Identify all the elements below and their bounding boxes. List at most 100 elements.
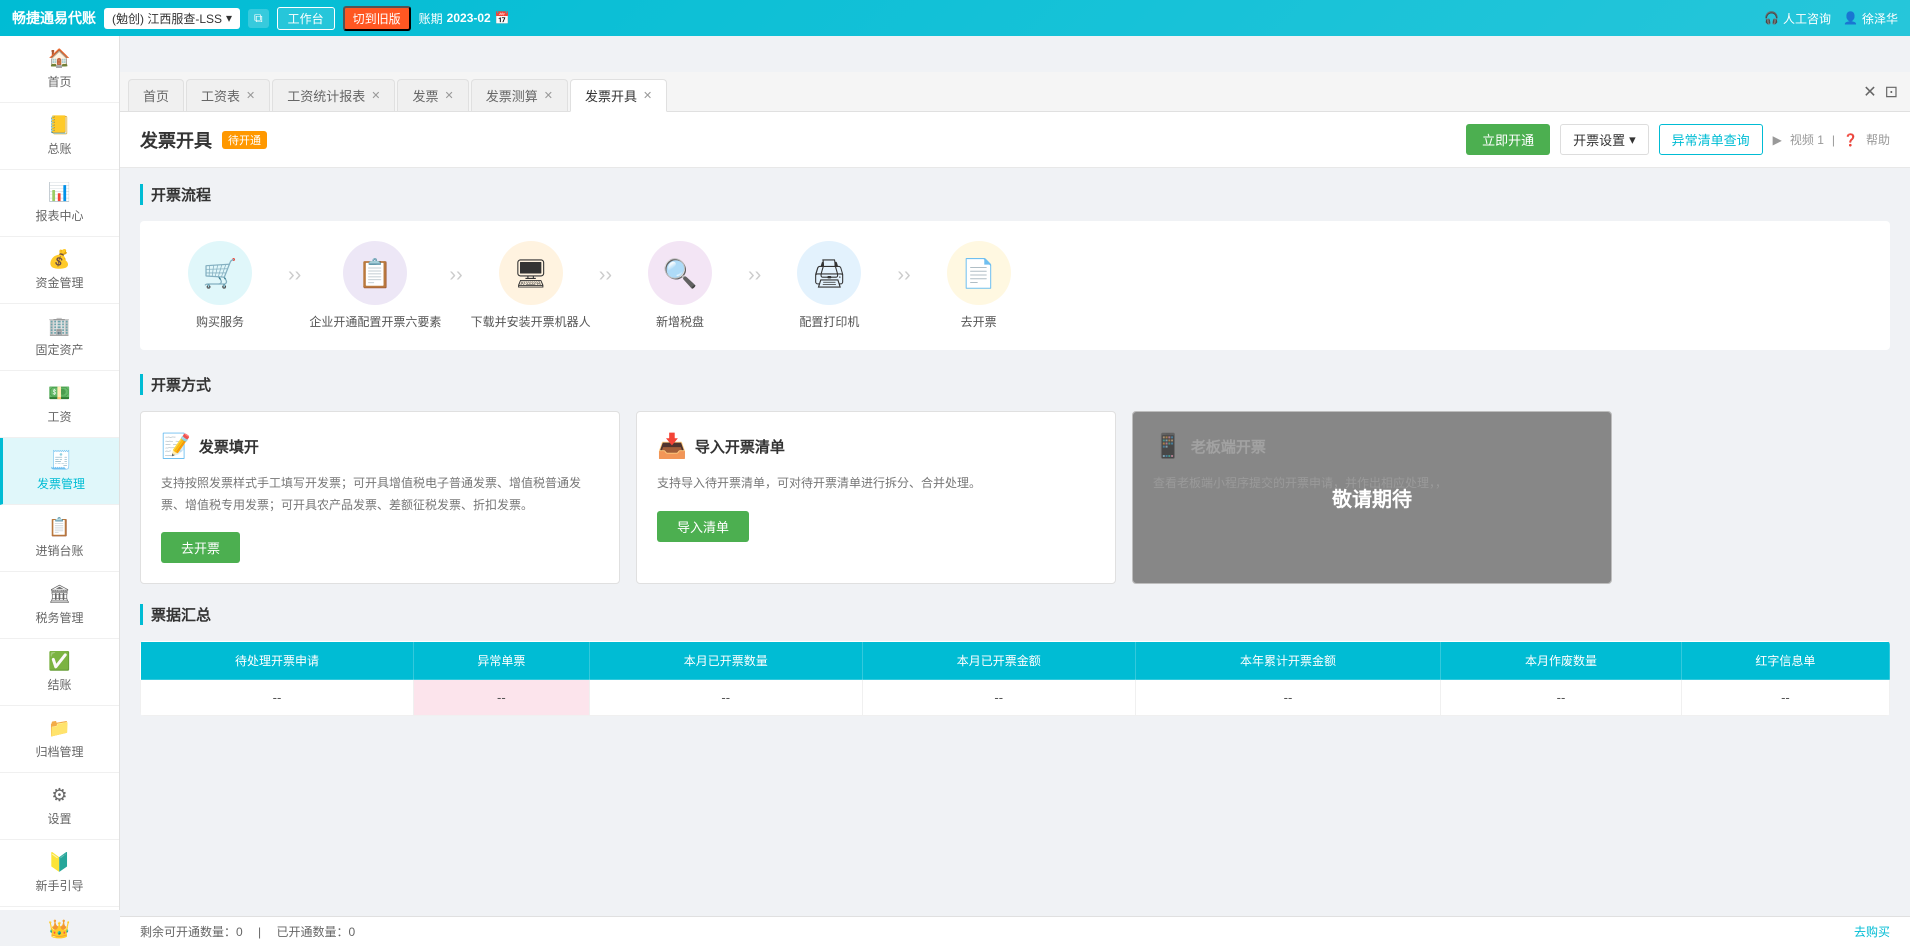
- sidebar-item-label: 工资: [47, 408, 71, 425]
- sidebar-item-label: 资金管理: [35, 274, 83, 291]
- download-icon: 🖥: [499, 241, 563, 305]
- process-section: 开票流程 🛒 购买服务 ›› 📋 企业开通配置开票六要素 ›› 🖥 下载并安装开…: [140, 184, 1890, 350]
- home-icon: 🏠: [48, 48, 70, 69]
- method-card-import: 📥 导入开票清单 支持导入待开票清单，可对待开票清单进行拆分、合并处理。 导入清…: [636, 411, 1116, 584]
- settle-icon: ✅: [48, 651, 70, 672]
- tab-home[interactable]: 首页: [128, 79, 184, 111]
- tab-invoice-issue[interactable]: 发票开具 ✕: [570, 79, 667, 112]
- sidebar-item-assets[interactable]: 🏢 固定资产: [0, 304, 119, 371]
- headset-icon: 🎧: [1764, 11, 1779, 25]
- abnormal-query-button[interactable]: 异常清单查询: [1659, 124, 1763, 155]
- company-selector[interactable]: (勉创) 江西服查-LSS ▾: [104, 8, 240, 29]
- top-bar: 畅捷通易代账 (勉创) 江西服查-LSS ▾ ⧉ 工作台 切到旧版 账期 202…: [0, 0, 1910, 36]
- summary-col-pending: 待处理开票申请: [141, 642, 414, 680]
- buy-icon: 🛒: [188, 241, 252, 305]
- sidebar-item-label: 固定资产: [35, 341, 83, 358]
- summary-col-abnormal: 异常单票: [414, 642, 590, 680]
- remaining-label: 剩余可开通数量：0: [140, 925, 243, 939]
- tab-close-invoice[interactable]: ✕: [445, 89, 454, 102]
- tab-close-all-button[interactable]: ✕: [1863, 82, 1876, 102]
- go-to-issue-button[interactable]: 去开票: [161, 532, 240, 563]
- method-card-manual-title: 📝 发票填开: [161, 432, 599, 461]
- summary-cell-year-amount: --: [1135, 680, 1440, 716]
- tab-close-invoice-issue[interactable]: ✕: [643, 89, 652, 102]
- process-section-title: 开票流程: [140, 184, 1890, 205]
- method-card-manual-desc: 支持按照发票样式手工填写开发票；可开具增值税电子普通发票、增值税普通发票、增值税…: [161, 473, 599, 516]
- sidebar-item-label: 新手引导: [35, 877, 83, 894]
- sidebar-item-guide[interactable]: 🔰 新手引导: [0, 840, 119, 907]
- sidebar-item-payroll[interactable]: 💵 工资: [0, 371, 119, 438]
- page-title: 发票开具: [140, 127, 212, 153]
- tab-close-payroll-report[interactable]: ✕: [371, 89, 380, 102]
- sidebar-item-label: 报表中心: [35, 207, 83, 224]
- method-card-manual: 📝 发票填开 支持按照发票样式手工填写开发票；可开具增值税电子普通发票、增值税普…: [140, 411, 620, 584]
- sidebar-item-invoices[interactable]: 🧾 发票管理: [0, 438, 119, 505]
- purchase-icon: 📋: [48, 517, 70, 538]
- summary-cell-month-amount: --: [862, 680, 1135, 716]
- page-status-badge: 待开通: [222, 131, 267, 149]
- bottom-bar: 剩余可开通数量：0 | 已开通数量：0 去购买: [120, 916, 1910, 946]
- bottom-bar-info: 剩余可开通数量：0 | 已开通数量：0: [140, 923, 355, 940]
- payroll-icon: 💵: [48, 383, 70, 404]
- summary-col-month-count: 本月已开票数量: [589, 642, 862, 680]
- tab-close-payroll[interactable]: ✕: [246, 89, 255, 102]
- method-section: 开票方式 📝 发票填开 支持按照发票样式手工填写开发票；可开具增值税电子普通发票…: [140, 374, 1890, 584]
- immediate-open-button[interactable]: 立即开通: [1466, 124, 1550, 155]
- summary-section: 票据汇总 待处理开票申请 异常单票 本月已开票数量 本月已开票金额 本年累计开票…: [140, 604, 1890, 716]
- process-step-issue[interactable]: 📄 去开票: [919, 241, 1039, 330]
- sidebar-item-funds[interactable]: 💰 资金管理: [0, 237, 119, 304]
- open-settings-button[interactable]: 开票设置 ▾: [1560, 124, 1649, 155]
- guide-icon: 🔰: [48, 852, 70, 873]
- tax-icon: 🏛: [48, 584, 71, 605]
- sidebar-item-label: 结账: [47, 676, 71, 693]
- process-step-tax-disk[interactable]: 🔍 新增税盘: [620, 241, 740, 330]
- user-avatar[interactable]: 👤 徐泽华: [1843, 10, 1898, 27]
- sidebar-item-archive[interactable]: 📁 归档管理: [0, 706, 119, 773]
- process-step-label: 去开票: [961, 313, 997, 330]
- main-content: 首页 工资表 ✕ 工资统计报表 ✕ 发票 ✕ 发票测算 ✕ 发票开具 ✕ ✕ ⊡…: [120, 72, 1910, 946]
- tab-payroll-table[interactable]: 工资表 ✕: [186, 79, 270, 111]
- sidebar-item-purchase-sales[interactable]: 📋 进销台账: [0, 505, 119, 572]
- sidebar-item-settings[interactable]: ⚙ 设置: [0, 773, 119, 840]
- workbench-button[interactable]: 工作台: [277, 7, 335, 30]
- process-step-label: 新增税盘: [656, 313, 704, 330]
- process-step-label: 企业开通配置开票六要素: [309, 313, 441, 330]
- process-step-label: 购买服务: [196, 313, 244, 330]
- tab-invoice-calc[interactable]: 发票测算 ✕: [471, 79, 568, 111]
- person-icon: 👤: [1843, 11, 1858, 25]
- tab-invoice[interactable]: 发票 ✕: [397, 79, 468, 111]
- method-cards: 📝 发票填开 支持按照发票样式手工填写开发票；可开具增值税电子普通发票、增值税普…: [140, 411, 1890, 584]
- summary-cell-month-count: --: [589, 680, 862, 716]
- process-step-download[interactable]: 🖥 下载并安装开票机器人: [471, 241, 591, 330]
- process-step-printer[interactable]: 🖨 配置打印机: [769, 241, 889, 330]
- process-step-config[interactable]: 📋 企业开通配置开票六要素: [309, 241, 441, 330]
- process-step-buy[interactable]: 🛒 购买服务: [160, 241, 280, 330]
- import-list-button[interactable]: 导入清单: [657, 511, 749, 542]
- tab-payroll-report[interactable]: 工资统计报表 ✕: [272, 79, 395, 111]
- page-header: 发票开具 待开通 立即开通 开票设置 ▾ 异常清单查询 ▶ 视频 1 | ❓ 帮…: [120, 112, 1910, 168]
- calendar-icon[interactable]: 📅: [495, 11, 510, 25]
- summary-table: 待处理开票申请 异常单票 本月已开票数量 本月已开票金额 本年累计开票金额 本月…: [140, 641, 1890, 716]
- summary-row: -- -- -- -- -- -- --: [141, 680, 1890, 716]
- sidebar-item-home[interactable]: 🏠 首页: [0, 36, 119, 103]
- go-buy-link[interactable]: 去购买: [1854, 923, 1890, 940]
- method-section-title: 开票方式: [140, 374, 1890, 395]
- copy-button[interactable]: ⧉: [248, 9, 269, 28]
- tab-close-invoice-calc[interactable]: ✕: [544, 89, 553, 102]
- process-step-label: 下载并安装开票机器人: [471, 313, 591, 330]
- manual-invoice-icon: 📝: [161, 432, 191, 461]
- sidebar-item-settle[interactable]: ✅ 结账: [0, 639, 119, 706]
- sidebar-item-reports[interactable]: 📊 报表中心: [0, 170, 119, 237]
- chevron-down-icon: ▾: [1629, 132, 1636, 148]
- sidebar-item-general-ledger[interactable]: 📒 总账: [0, 103, 119, 170]
- tab-restore-button[interactable]: ⊡: [1885, 82, 1898, 102]
- opened-label: 已开通数量：0: [277, 925, 356, 939]
- top-bar-left: 畅捷通易代账 (勉创) 江西服查-LSS ▾ ⧉ 工作台 切到旧版 账期 202…: [12, 6, 510, 31]
- switch-old-button[interactable]: 切到旧版: [343, 6, 411, 31]
- consult-button[interactable]: 🎧 人工咨询: [1764, 10, 1831, 27]
- ledger-icon: 📒: [48, 115, 70, 136]
- gear-icon: ⚙: [51, 785, 67, 806]
- sidebar-item-tax[interactable]: 🏛 税务管理: [0, 572, 119, 639]
- arrow-icon: ››: [288, 264, 301, 287]
- top-bar-right: 🎧 人工咨询 👤 徐泽华: [1764, 10, 1898, 27]
